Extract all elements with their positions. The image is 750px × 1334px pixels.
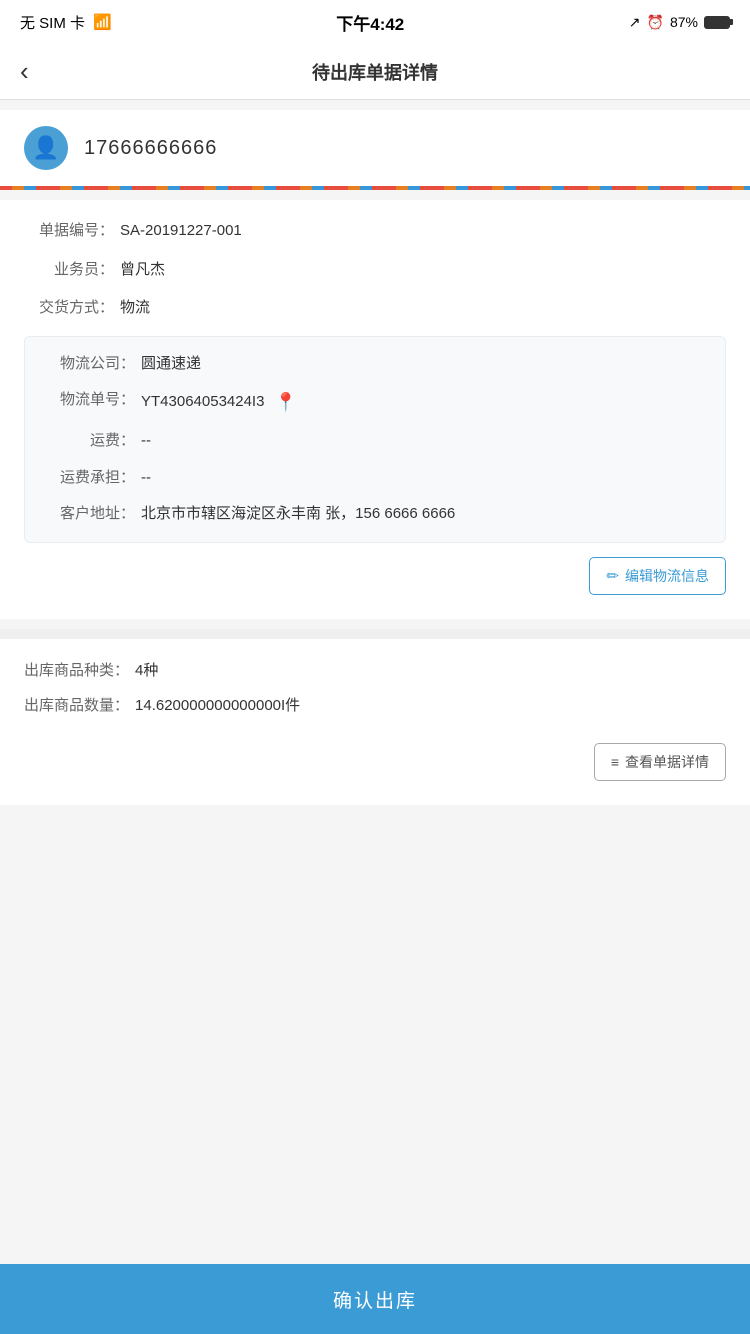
- delivery-method-label: 交货方式：: [24, 297, 114, 320]
- nav-bar: ‹ 待出库单据详情: [0, 44, 750, 100]
- location-status-icon: ↗: [629, 14, 641, 31]
- freight-row: 运费： --: [45, 430, 705, 453]
- view-detail-button[interactable]: ≡ 查看单据详情: [594, 743, 726, 781]
- status-bar: 无 SIM 卡 📶 下午4:42 ↗ ⏰ 87%: [0, 0, 750, 44]
- status-right: ↗ ⏰ 87%: [629, 14, 730, 31]
- address-row: 客户地址： 北京市市辖区海淀区永丰南 张，156 6666 6666: [45, 503, 705, 526]
- freight-bearer-value: --: [141, 467, 705, 490]
- address-label: 客户地址：: [45, 503, 135, 526]
- product-quantity-row: 出库商品数量： 14.620000000000000I件: [24, 694, 726, 715]
- gray-divider: [0, 629, 750, 639]
- product-quantity-label: 出库商品数量：: [24, 694, 129, 715]
- product-category-row: 出库商品种类： 4种: [24, 659, 726, 680]
- freight-bearer-label: 运费承担：: [45, 467, 135, 490]
- sales-person-label: 业务员：: [24, 259, 114, 282]
- edit-logistics-row: ✏ 编辑物流信息: [24, 543, 726, 599]
- battery-icon: [704, 16, 730, 29]
- battery-text: 87%: [670, 14, 698, 30]
- edit-logistics-button[interactable]: ✏ 编辑物流信息: [589, 557, 726, 595]
- back-button[interactable]: ‹: [20, 52, 37, 91]
- sales-person-value: 曾凡杰: [120, 259, 726, 282]
- tracking-number-text: YT43064053424I3: [141, 391, 264, 414]
- address-value: 北京市市辖区海淀区永丰南 张，156 6666 6666: [141, 503, 705, 526]
- document-number-row: 单据编号： SA-20191227-001: [24, 220, 726, 243]
- logistics-company-row: 物流公司： 圆通速递: [45, 353, 705, 376]
- carrier-text: 无 SIM 卡: [20, 12, 85, 33]
- wifi-icon: 📶: [93, 13, 112, 31]
- view-detail-icon: ≡: [611, 754, 619, 770]
- tracking-number-value: YT43064053424I3 📍: [141, 389, 705, 416]
- bottom-spacer: [0, 805, 750, 965]
- product-summary-section: 出库商品种类： 4种 出库商品数量： 14.620000000000000I件 …: [0, 639, 750, 805]
- document-number-value: SA-20191227-001: [120, 220, 726, 243]
- edit-icon: ✏: [606, 567, 619, 585]
- status-time: 下午4:42: [336, 10, 404, 35]
- delivery-method-row: 交货方式： 物流: [24, 297, 726, 320]
- delivery-method-value: 物流: [120, 297, 726, 320]
- logistics-company-value: 圆通速递: [141, 353, 705, 376]
- freight-value: --: [141, 430, 705, 453]
- product-quantity-value: 14.620000000000000I件: [135, 694, 300, 715]
- avatar: 👤: [24, 126, 68, 170]
- status-left: 无 SIM 卡 📶: [20, 12, 112, 33]
- basic-info-section: 单据编号： SA-20191227-001 业务员： 曾凡杰 交货方式： 物流 …: [0, 200, 750, 619]
- user-header: 👤 17666666666: [0, 110, 750, 186]
- logistics-company-label: 物流公司：: [45, 353, 135, 376]
- product-category-value: 4种: [135, 659, 158, 680]
- dashed-divider: [0, 186, 750, 190]
- product-category-label: 出库商品种类：: [24, 659, 129, 680]
- user-phone: 17666666666: [84, 137, 217, 160]
- freight-label: 运费：: [45, 430, 135, 453]
- logistics-card: 物流公司： 圆通速递 物流单号： YT43064053424I3 📍 运费： -…: [24, 336, 726, 543]
- sales-person-row: 业务员： 曾凡杰: [24, 259, 726, 282]
- location-pin-icon[interactable]: 📍: [274, 389, 296, 416]
- alarm-icon: ⏰: [647, 14, 664, 31]
- view-detail-label: 查看单据详情: [625, 752, 709, 772]
- confirm-label: 确认出库: [333, 1286, 417, 1313]
- edit-logistics-label: 编辑物流信息: [625, 566, 709, 586]
- document-number-label: 单据编号：: [24, 220, 114, 243]
- avatar-icon: 👤: [32, 135, 59, 161]
- tracking-number-row: 物流单号： YT43064053424I3 📍: [45, 389, 705, 416]
- confirm-button[interactable]: 确认出库: [0, 1264, 750, 1334]
- tracking-number-label: 物流单号：: [45, 389, 135, 412]
- page-title: 待出库单据详情: [312, 59, 438, 85]
- view-detail-row: ≡ 查看单据详情: [24, 729, 726, 785]
- freight-bearer-row: 运费承担： --: [45, 467, 705, 490]
